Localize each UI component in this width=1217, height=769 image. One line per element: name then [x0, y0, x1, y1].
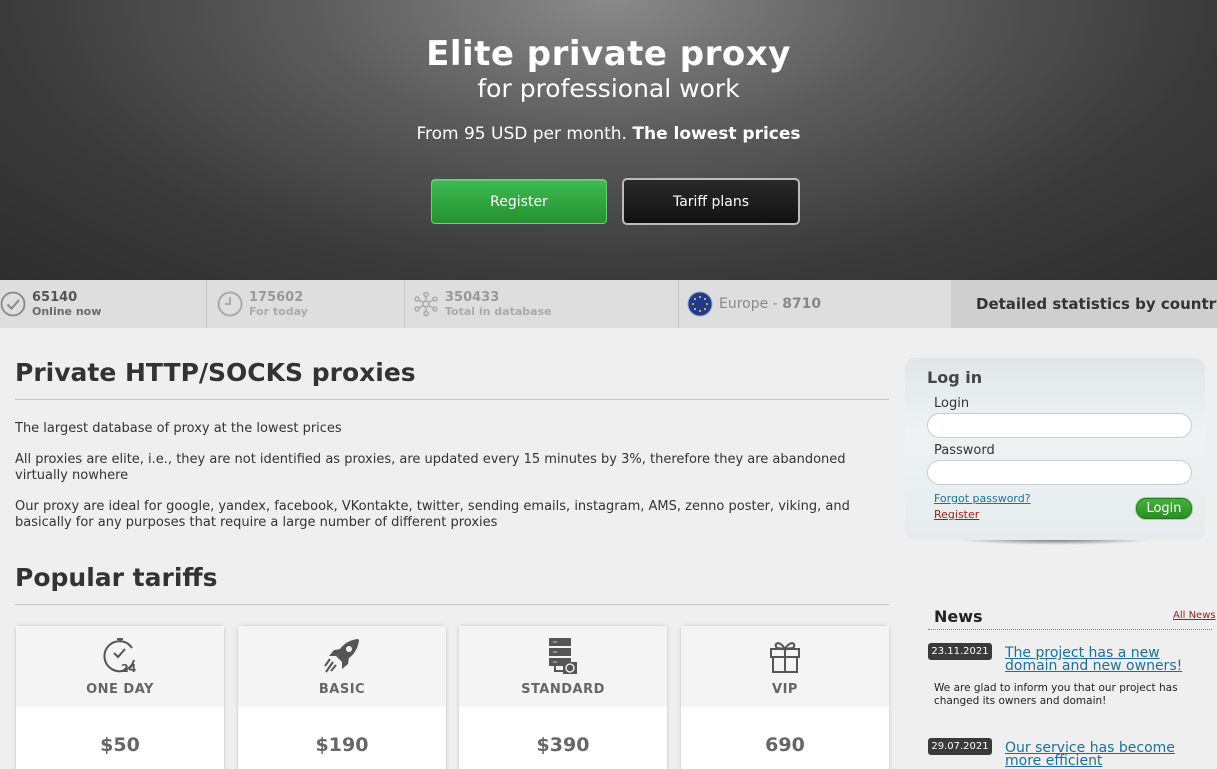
login-register-link[interactable]: Register	[934, 508, 979, 521]
tariff-card-vip[interactable]: VIP 690	[680, 625, 890, 769]
password-label: Password	[934, 443, 995, 458]
tariff-price: 690	[681, 707, 889, 769]
tariff-name: STANDARD	[521, 682, 605, 697]
stat-online-value: 65140	[32, 289, 78, 305]
tariff-plans-button[interactable]: Tariff plans	[622, 178, 800, 225]
elite-paragraph: All proxies are elite, i.e., they are no…	[15, 452, 846, 483]
news-title: News	[934, 607, 983, 626]
hero-price: From 95 USD per month. The lowest prices	[0, 124, 1217, 144]
page-title: Private HTTP/SOCKS proxies	[15, 328, 889, 400]
stat-today-value: 175602	[249, 289, 304, 305]
hero-banner: Elite private proxy for professional wor…	[0, 0, 1217, 280]
svg-text:24: 24	[121, 662, 137, 675]
detailed-stats-label: Detailed statistics by country	[976, 295, 1217, 313]
login-input[interactable]	[927, 413, 1192, 438]
server-icon	[459, 636, 667, 676]
tariff-price: $50	[16, 707, 224, 769]
all-news-link[interactable]: All News	[1173, 610, 1216, 621]
tariff-name: VIP	[772, 682, 798, 697]
hero-price-prefix: From 95 USD per month.	[416, 124, 627, 144]
intro-paragraph: The largest database of proxy at the low…	[15, 421, 342, 436]
login-title: Log in	[927, 368, 983, 387]
eu-flag-icon	[687, 291, 713, 317]
tariff-card-one-day[interactable]: 24 ONE DAY $50	[15, 625, 225, 769]
login-box: Log in Login Password Forgot password? R…	[905, 358, 1205, 540]
tariff-card-standard[interactable]: STANDARD $390	[458, 625, 668, 769]
stat-region-value: 8710	[782, 296, 822, 312]
stat-today: 175602 For today	[207, 280, 405, 328]
check-circle-icon	[0, 291, 26, 317]
hero-subtitle: for professional work	[477, 74, 740, 103]
stat-region[interactable]: Europe - 8710	[679, 280, 951, 328]
tariff-price: $390	[459, 707, 667, 769]
clock-24-icon: 24	[16, 636, 224, 676]
news-date: 29.07.2021	[928, 738, 992, 755]
news-text: We are glad to inform you that our proje…	[934, 682, 1178, 707]
rocket-icon	[238, 636, 446, 676]
stat-region-name: Europe -	[719, 296, 783, 312]
tariff-name: BASIC	[318, 682, 366, 697]
tariff-price: $190	[238, 707, 446, 769]
forgot-password-link[interactable]: Forgot password?	[934, 492, 1031, 505]
stat-online-label: Online now	[32, 304, 102, 318]
gift-icon	[681, 636, 889, 676]
tariff-name: ONE DAY	[86, 682, 154, 697]
stat-online: 65140 Online now	[0, 280, 207, 328]
register-button[interactable]: Register	[431, 179, 607, 224]
stat-today-label: For today	[249, 304, 308, 318]
stat-total-value: 350433	[445, 289, 500, 305]
stat-total-label: Total in database	[445, 304, 552, 318]
stat-total: 350433 Total in database	[405, 280, 679, 328]
password-input[interactable]	[927, 460, 1192, 485]
news-date: 23.11.2021	[928, 643, 992, 660]
news-link[interactable]: The project has a new domain and new own…	[1005, 646, 1210, 673]
login-label: Login	[934, 396, 970, 411]
stats-bar: 65140 Online now 175602 For today 350433…	[0, 280, 1217, 328]
tariffs-heading: Popular tariffs	[15, 563, 889, 605]
clock-icon	[217, 291, 243, 317]
hero-price-bold: The lowest prices	[632, 124, 801, 144]
network-icon	[413, 291, 439, 317]
main-content: Private HTTP/SOCKS proxies The largest d…	[15, 328, 889, 605]
news-link[interactable]: Our service has become more efficient	[1005, 741, 1210, 768]
login-button[interactable]: Login	[1136, 498, 1192, 519]
hero-title: Elite private proxy	[426, 34, 791, 74]
tariff-card-basic[interactable]: BASIC $190	[237, 625, 447, 769]
tariff-cards: 24 ONE DAY $50 BASIC $190 STANDARD $390	[15, 625, 890, 769]
usage-paragraph: Our proxy are ideal for google, yandex, …	[15, 499, 850, 530]
detailed-stats-link[interactable]: Detailed statistics by country	[951, 280, 1217, 328]
news-divider	[928, 629, 1212, 630]
